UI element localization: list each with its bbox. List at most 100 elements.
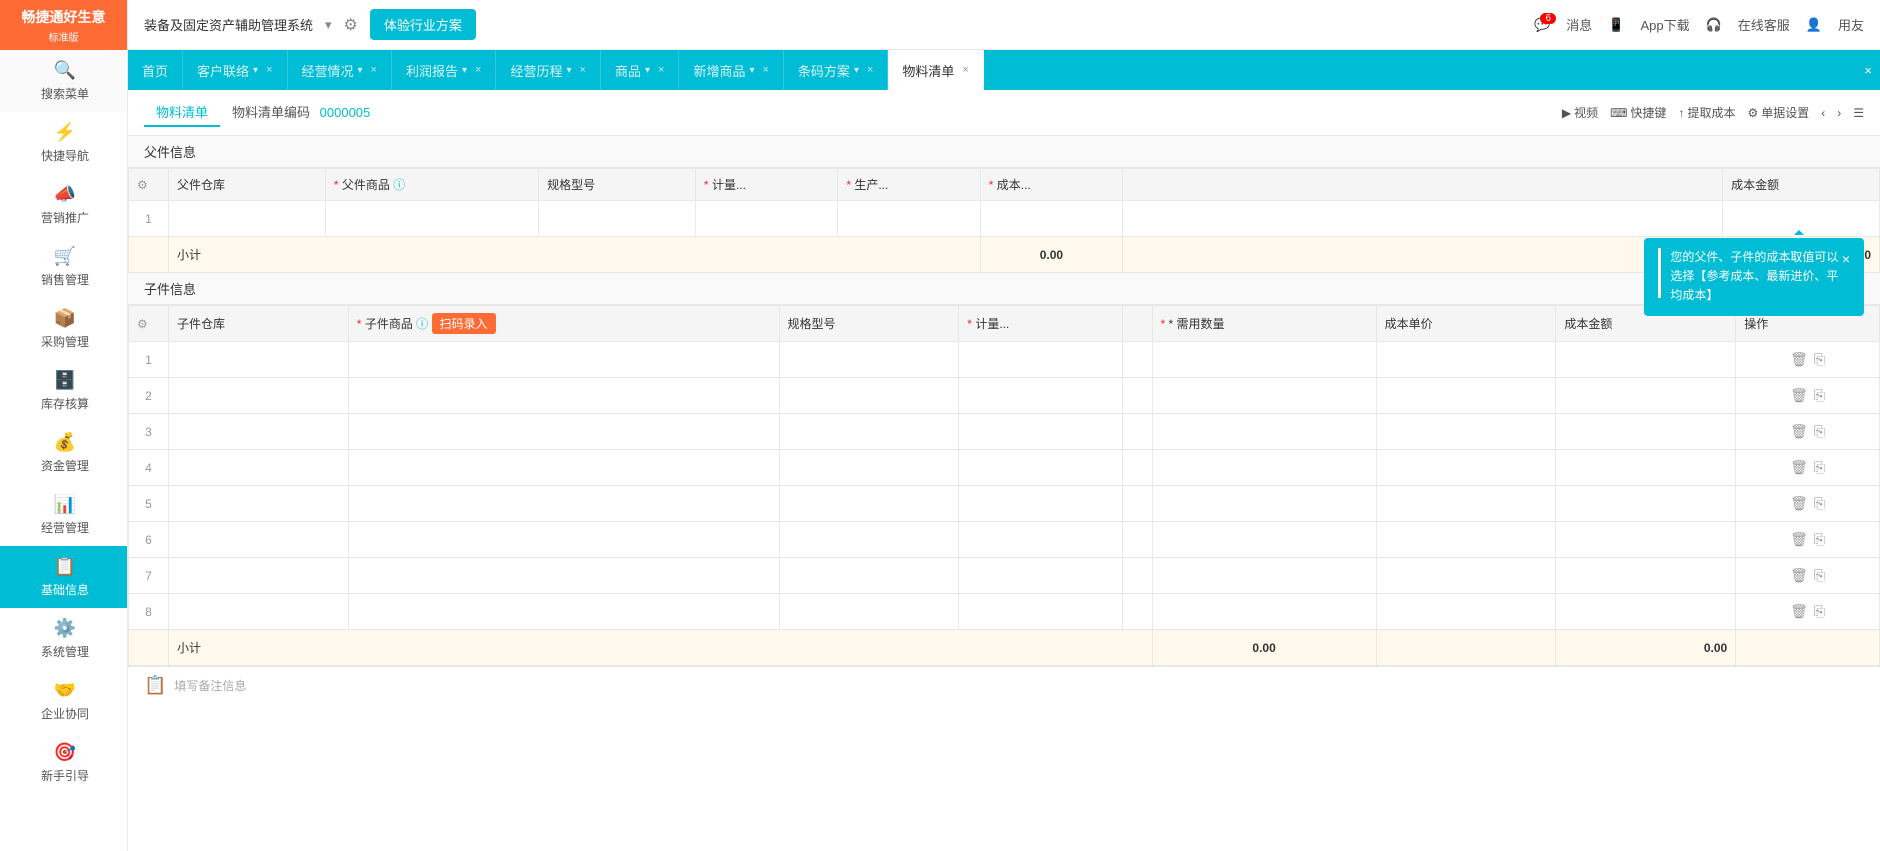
child-row-1-spec[interactable] <box>779 342 959 378</box>
tooltip-close-btn[interactable]: × <box>1842 248 1850 270</box>
child-row-5-spec[interactable] <box>779 486 959 522</box>
child-row-8-product[interactable] <box>348 594 779 630</box>
parent-row-1-spec[interactable] <box>539 201 696 237</box>
copy-icon-7[interactable]: ⎘ <box>1814 567 1825 584</box>
nav-prev[interactable]: ‹ <box>1821 106 1825 120</box>
tab-customers-close[interactable]: × <box>266 64 272 76</box>
nav-close-all[interactable]: × <box>1856 63 1880 78</box>
copy-icon-3[interactable]: ⎘ <box>1814 423 1825 440</box>
child-row-5-product[interactable] <box>348 486 779 522</box>
child-row-8-quantity[interactable] <box>1152 594 1376 630</box>
child-row-1-unit-cost[interactable] <box>1376 342 1556 378</box>
delete-icon-6[interactable]: 🗑 <box>1790 531 1808 548</box>
child-row-7-warehouse[interactable] <box>169 558 349 594</box>
child-row-8-warehouse[interactable] <box>169 594 349 630</box>
child-row-2-product[interactable] <box>348 378 779 414</box>
child-row-2-quantity[interactable] <box>1152 378 1376 414</box>
tab-history-close[interactable]: × <box>580 64 586 76</box>
child-row-7-unit[interactable] <box>959 558 1122 594</box>
delete-icon-2[interactable]: 🗑 <box>1790 387 1808 404</box>
bottom-bar-label[interactable]: 填写备注信息 <box>174 677 246 694</box>
sidebar-item-purchase[interactable]: 📦 采购管理 <box>0 298 127 360</box>
delete-icon-1[interactable]: 🗑 <box>1790 351 1808 368</box>
child-row-6-spec[interactable] <box>779 522 959 558</box>
child-row-4-quantity[interactable] <box>1152 450 1376 486</box>
parent-row-1-cost[interactable] <box>980 201 1122 237</box>
sidebar-item-sales[interactable]: 🛒 销售管理 <box>0 236 127 298</box>
child-row-1-product[interactable] <box>348 342 779 378</box>
child-row-7-unit-cost[interactable] <box>1376 558 1556 594</box>
child-row-1-quantity[interactable] <box>1152 342 1376 378</box>
copy-icon-5[interactable]: ⎘ <box>1814 495 1825 512</box>
child-row-1-warehouse[interactable] <box>169 342 349 378</box>
nav-next[interactable]: › <box>1837 106 1841 120</box>
parent-row-1-production[interactable] <box>838 201 980 237</box>
child-row-6-warehouse[interactable] <box>169 522 349 558</box>
child-row-2-warehouse[interactable] <box>169 378 349 414</box>
child-row-3-unit-cost[interactable] <box>1376 414 1556 450</box>
grid-view-icon[interactable]: ☰ <box>1853 106 1864 120</box>
tab-operations-close[interactable]: × <box>371 64 377 76</box>
sidebar-item-ops[interactable]: 📊 经营管理 <box>0 484 127 546</box>
trial-button[interactable]: 体验行业方案 <box>370 9 476 40</box>
tab-history[interactable]: 经营历程 ▾ × <box>496 50 600 90</box>
sub-tab-code[interactable]: 物料清单编码 0000005 <box>220 98 382 127</box>
child-row-2-unit[interactable] <box>959 378 1122 414</box>
parent-row-1-unit[interactable] <box>695 201 837 237</box>
action-single-settings[interactable]: ⚙ 单据设置 <box>1747 104 1809 121</box>
copy-icon-2[interactable]: ⎘ <box>1814 387 1825 404</box>
child-row-4-spec[interactable] <box>779 450 959 486</box>
tab-operations[interactable]: 经营情况 ▾ × <box>288 50 392 90</box>
child-row-3-unit[interactable] <box>959 414 1122 450</box>
child-row-4-warehouse[interactable] <box>169 450 349 486</box>
child-row-3-product[interactable] <box>348 414 779 450</box>
child-row-5-unit-cost[interactable] <box>1376 486 1556 522</box>
action-video[interactable]: ▶ 视频 <box>1562 104 1598 121</box>
tab-products[interactable]: 商品 ▾ × <box>601 50 679 90</box>
child-row-5-warehouse[interactable] <box>169 486 349 522</box>
parent-settings-icon[interactable]: ⚙ <box>137 178 148 192</box>
child-settings-icon[interactable]: ⚙ <box>137 317 148 331</box>
sidebar-item-finance[interactable]: 💰 资金管理 <box>0 422 127 484</box>
sidebar-item-search[interactable]: 🔍 搜索菜单 <box>0 50 127 112</box>
sidebar-item-inventory[interactable]: 🗄️ 库存核算 <box>0 360 127 422</box>
copy-icon-1[interactable]: ⎘ <box>1814 351 1825 368</box>
sidebar-item-system[interactable]: ⚙️ 系统管理 <box>0 608 127 670</box>
delete-icon-8[interactable]: 🗑 <box>1790 603 1808 620</box>
sidebar-item-basic[interactable]: 📋 基础信息 <box>0 546 127 608</box>
child-row-2-spec[interactable] <box>779 378 959 414</box>
copy-icon-4[interactable]: ⎘ <box>1814 459 1825 476</box>
tab-new-product[interactable]: 新增商品 ▾ × <box>679 50 783 90</box>
child-row-8-unit-cost[interactable] <box>1376 594 1556 630</box>
child-row-5-quantity[interactable] <box>1152 486 1376 522</box>
tab-home[interactable]: 首页 <box>128 50 183 90</box>
copy-icon-8[interactable]: ⎘ <box>1814 603 1825 620</box>
sidebar-item-collab[interactable]: 🤝 企业协同 <box>0 670 127 732</box>
user-label[interactable]: 用友 <box>1838 15 1864 34</box>
child-row-8-unit[interactable] <box>959 594 1122 630</box>
child-row-6-unit[interactable] <box>959 522 1122 558</box>
dropdown-arrow[interactable]: ▾ <box>325 17 332 33</box>
online-service-label[interactable]: 在线客服 <box>1738 15 1790 34</box>
child-row-4-unit[interactable] <box>959 450 1122 486</box>
child-row-6-product[interactable] <box>348 522 779 558</box>
tab-barcode-close[interactable]: × <box>867 64 873 76</box>
tab-profit[interactable]: 利润报告 ▾ × <box>392 50 496 90</box>
child-row-8-spec[interactable] <box>779 594 959 630</box>
sidebar-item-guide[interactable]: 🎯 新手引导 <box>0 732 127 794</box>
parent-row-1-warehouse[interactable] <box>169 201 326 237</box>
tab-customers[interactable]: 客户联络 ▾ × <box>183 50 287 90</box>
child-row-6-quantity[interactable] <box>1152 522 1376 558</box>
action-extract-cost[interactable]: ↑ 提取成本 <box>1678 104 1735 121</box>
child-row-6-unit-cost[interactable] <box>1376 522 1556 558</box>
child-row-3-quantity[interactable] <box>1152 414 1376 450</box>
child-row-7-quantity[interactable] <box>1152 558 1376 594</box>
child-row-1-unit[interactable] <box>959 342 1122 378</box>
tab-bom-close[interactable]: × <box>962 64 968 76</box>
child-row-3-spec[interactable] <box>779 414 959 450</box>
child-row-4-unit-cost[interactable] <box>1376 450 1556 486</box>
tab-profit-close[interactable]: × <box>475 64 481 76</box>
child-row-2-unit-cost[interactable] <box>1376 378 1556 414</box>
tab-barcode[interactable]: 条码方案 ▾ × <box>784 50 888 90</box>
child-row-7-product[interactable] <box>348 558 779 594</box>
